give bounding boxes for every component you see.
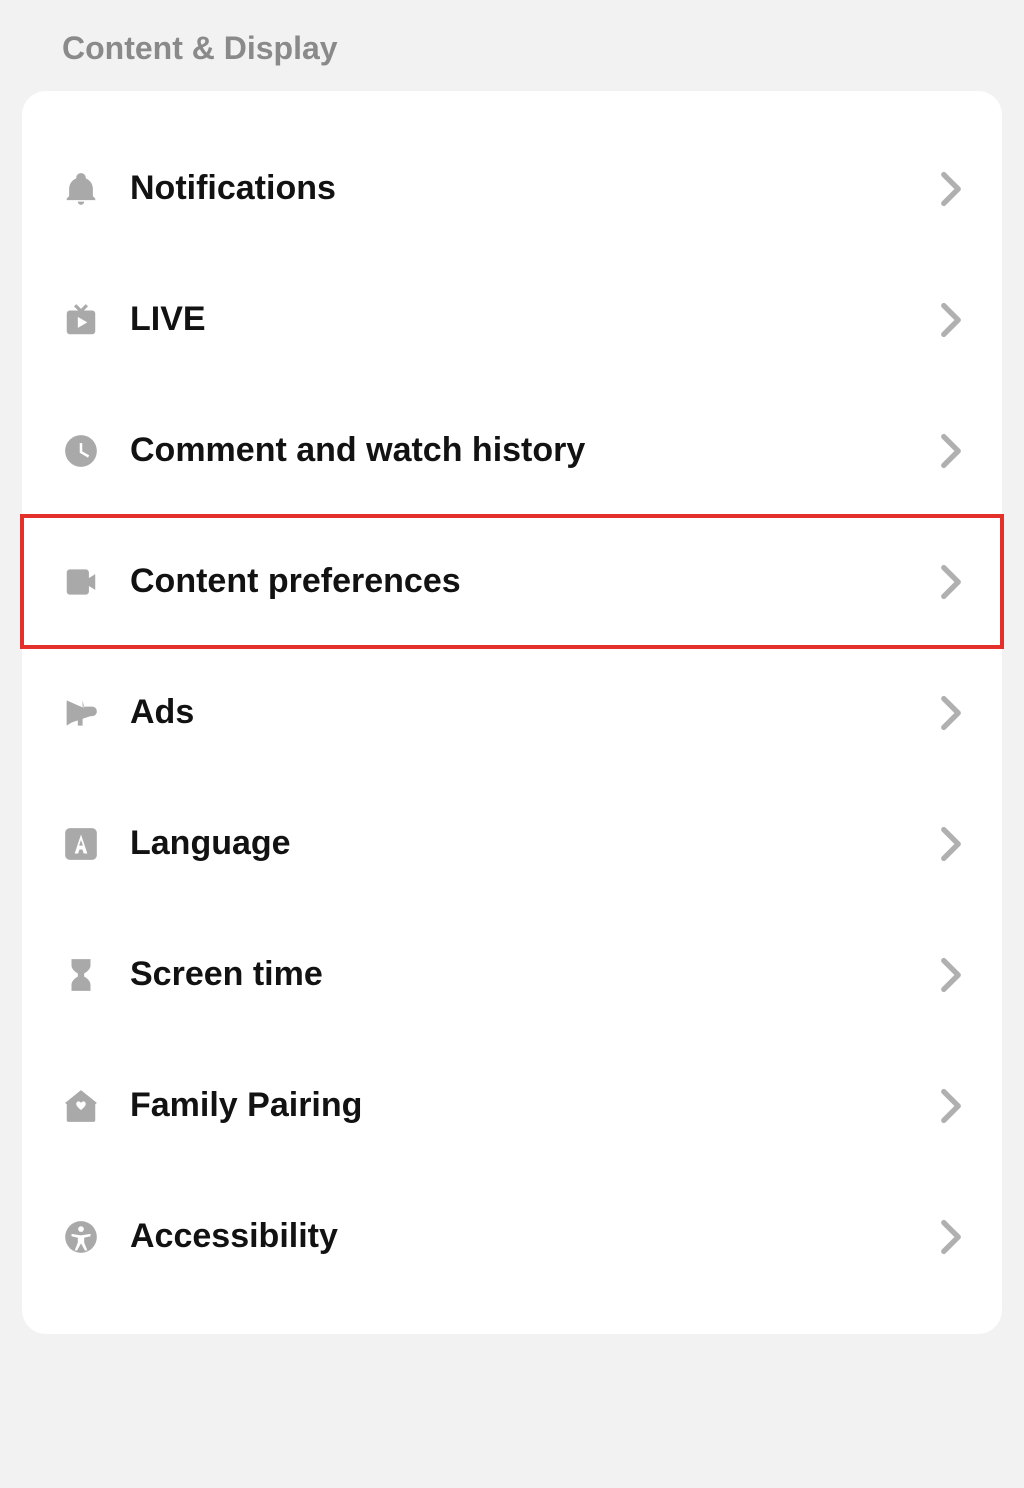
section-header: Content & Display xyxy=(22,30,1002,91)
chevron-right-icon xyxy=(940,564,962,600)
video-icon xyxy=(62,563,100,601)
menu-item-label: Screen time xyxy=(130,955,940,994)
letter-a-icon xyxy=(62,825,100,863)
menu-item-label: Content preferences xyxy=(130,562,940,601)
chevron-right-icon xyxy=(940,302,962,338)
settings-panel: Notifications LIVE Comment and watch histo… xyxy=(22,91,1002,1334)
hourglass-icon xyxy=(62,956,100,994)
menu-item-language[interactable]: Language xyxy=(22,778,1002,909)
menu-item-family-pairing[interactable]: Family Pairing xyxy=(22,1040,1002,1171)
chevron-right-icon xyxy=(940,957,962,993)
megaphone-icon xyxy=(62,694,100,732)
menu-item-screen-time[interactable]: Screen time xyxy=(22,909,1002,1040)
menu-item-comment-history[interactable]: Comment and watch history xyxy=(22,385,1002,516)
menu-item-label: Family Pairing xyxy=(130,1086,940,1125)
menu-item-label: Comment and watch history xyxy=(130,431,940,470)
home-heart-icon xyxy=(62,1087,100,1125)
chevron-right-icon xyxy=(940,171,962,207)
chevron-right-icon xyxy=(940,826,962,862)
menu-item-content-preferences[interactable]: Content preferences xyxy=(22,516,1002,647)
bell-icon xyxy=(62,170,100,208)
menu-item-label: Ads xyxy=(130,693,940,732)
tv-icon xyxy=(62,301,100,339)
menu-item-label: Notifications xyxy=(130,169,940,208)
accessibility-icon xyxy=(62,1218,100,1256)
chevron-right-icon xyxy=(940,695,962,731)
menu-item-label: LIVE xyxy=(130,300,940,339)
chevron-right-icon xyxy=(940,1219,962,1255)
menu-item-notifications[interactable]: Notifications xyxy=(22,123,1002,254)
menu-item-ads[interactable]: Ads xyxy=(22,647,1002,778)
menu-item-label: Accessibility xyxy=(130,1217,940,1256)
chevron-right-icon xyxy=(940,1088,962,1124)
chevron-right-icon xyxy=(940,433,962,469)
menu-item-accessibility[interactable]: Accessibility xyxy=(22,1171,1002,1302)
menu-item-live[interactable]: LIVE xyxy=(22,254,1002,385)
menu-item-label: Language xyxy=(130,824,940,863)
clock-icon xyxy=(62,432,100,470)
